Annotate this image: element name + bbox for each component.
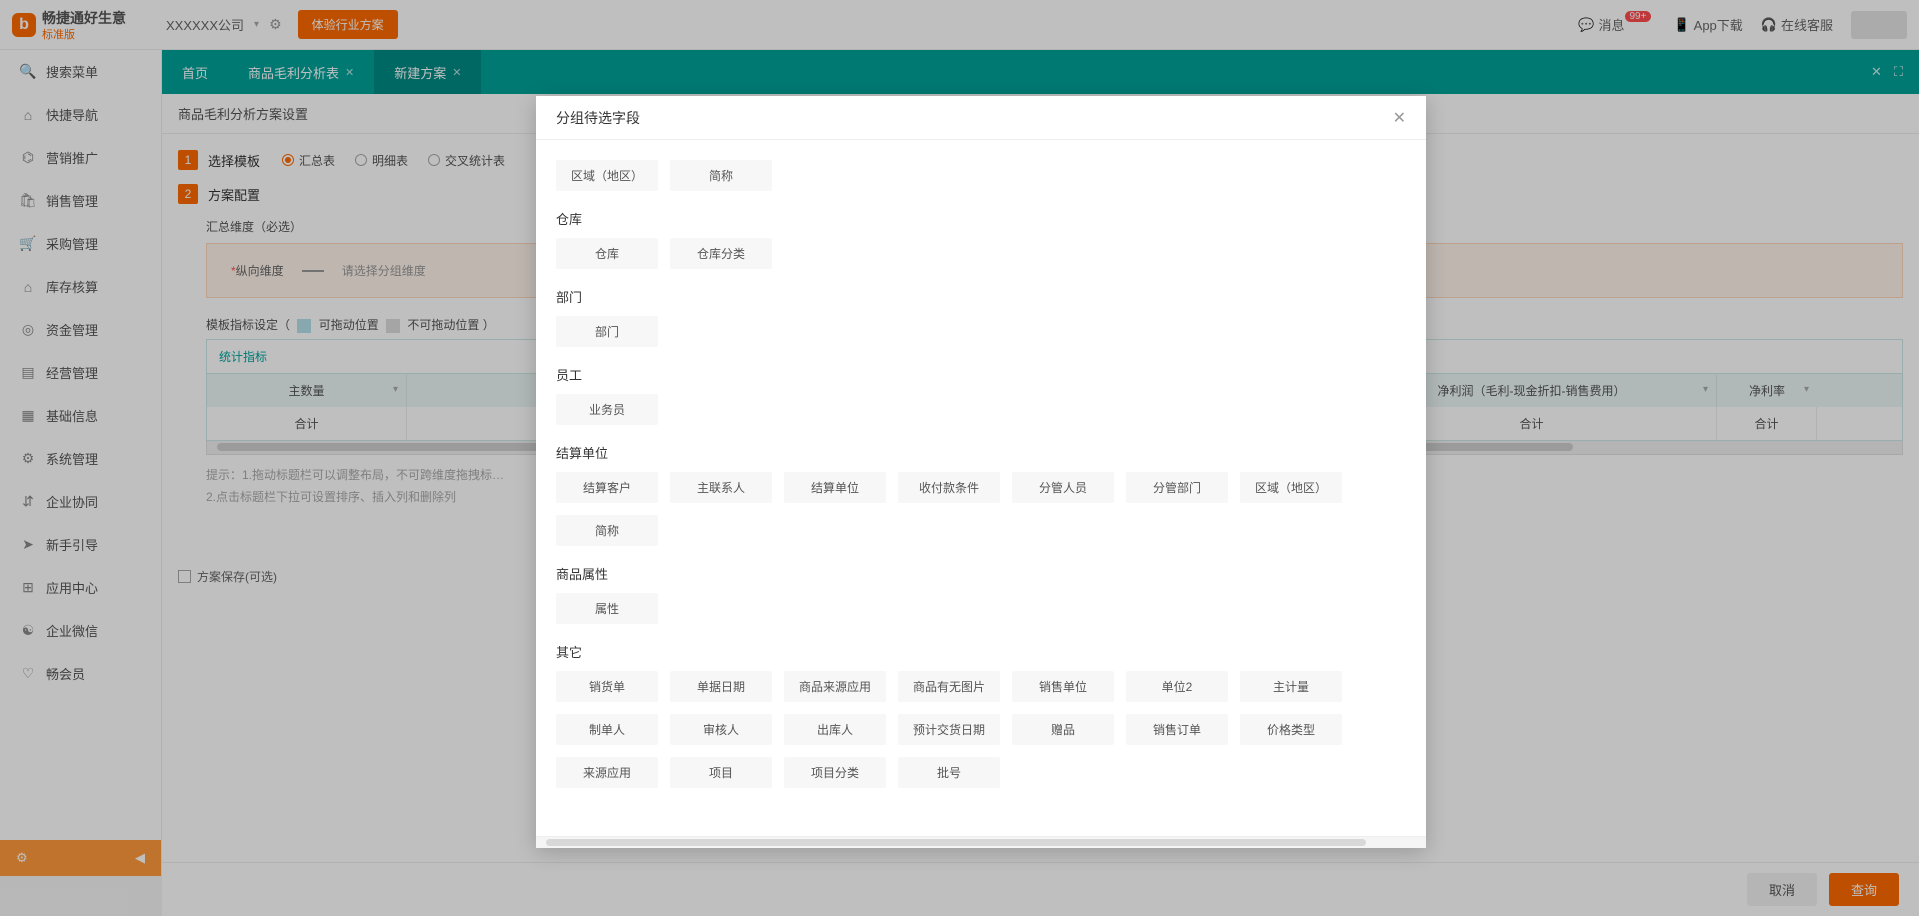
field-chip-5-9[interactable]: 出库人 — [784, 714, 886, 745]
field-chip-0-0[interactable]: 仓库 — [556, 238, 658, 269]
field-chip-3-3[interactable]: 收付款条件 — [898, 472, 1000, 503]
cutoff-row — [556, 140, 1406, 152]
field-group-row-0: 仓库仓库分类 — [556, 238, 1406, 269]
field-group-title-3: 结算单位 — [556, 443, 1406, 462]
field-chip-5-17[interactable]: 批号 — [898, 757, 1000, 788]
field-chip-1-0[interactable]: 部门 — [556, 316, 658, 347]
field-chip-3-2[interactable]: 结算单位 — [784, 472, 886, 503]
field-chip-3-1[interactable]: 主联系人 — [670, 472, 772, 503]
field-chip-5-6[interactable]: 主计量 — [1240, 671, 1342, 702]
field-chip-3-4[interactable]: 分管人员 — [1012, 472, 1114, 503]
field-chip-5-14[interactable]: 来源应用 — [556, 757, 658, 788]
modal-hscroll-thumb[interactable] — [546, 839, 1366, 846]
field-chip-5-3[interactable]: 商品有无图片 — [898, 671, 1000, 702]
field-chip-5-15[interactable]: 项目 — [670, 757, 772, 788]
field-chip-5-16[interactable]: 项目分类 — [784, 757, 886, 788]
field-chip-5-10[interactable]: 预计交货日期 — [898, 714, 1000, 745]
field-chip-3-7[interactable]: 简称 — [556, 515, 658, 546]
field-chip-3-5[interactable]: 分管部门 — [1126, 472, 1228, 503]
close-icon[interactable]: ✕ — [1393, 108, 1406, 128]
field-group-row-1: 部门 — [556, 316, 1406, 347]
modal-title: 分组待选字段 — [556, 108, 640, 128]
field-chip-3-0[interactable]: 结算客户 — [556, 472, 658, 503]
field-chip-5-8[interactable]: 审核人 — [670, 714, 772, 745]
field-chip-5-5[interactable]: 单位2 — [1126, 671, 1228, 702]
field-group-title-0: 仓库 — [556, 209, 1406, 228]
field-group-row-2: 业务员 — [556, 394, 1406, 425]
field-chip-partial-0[interactable]: 区域（地区） — [556, 160, 658, 191]
field-chip-0-1[interactable]: 仓库分类 — [670, 238, 772, 269]
field-chip-5-7[interactable]: 制单人 — [556, 714, 658, 745]
modal-hscroll[interactable] — [536, 836, 1426, 848]
field-chip-5-1[interactable]: 单据日期 — [670, 671, 772, 702]
field-select-modal: 分组待选字段 ✕ 区域（地区）简称仓库仓库仓库分类部门部门员工业务员结算单位结算… — [536, 96, 1426, 848]
field-chip-5-12[interactable]: 销售订单 — [1126, 714, 1228, 745]
field-chip-5-4[interactable]: 销售单位 — [1012, 671, 1114, 702]
field-chip-5-0[interactable]: 销货单 — [556, 671, 658, 702]
field-group-title-5: 其它 — [556, 642, 1406, 661]
field-chip-2-0[interactable]: 业务员 — [556, 394, 658, 425]
field-chip-5-13[interactable]: 价格类型 — [1240, 714, 1342, 745]
field-chip-5-2[interactable]: 商品来源应用 — [784, 671, 886, 702]
field-group-title-4: 商品属性 — [556, 564, 1406, 583]
field-group-row-5: 销货单单据日期商品来源应用商品有无图片销售单位单位2 主计量制单人审核人出库人预计… — [556, 671, 1406, 788]
field-group-row-3: 结算客户主联系人结算单位收付款条件分管人员分管部门区域（地区） 简称 — [556, 472, 1406, 546]
partial-row: 区域（地区） 简称 — [556, 160, 1406, 191]
field-chip-partial-1[interactable]: 简称 — [670, 160, 772, 191]
field-group-title-2: 员工 — [556, 365, 1406, 384]
modal-header: 分组待选字段 ✕ — [536, 96, 1426, 140]
field-chip-3-6[interactable]: 区域（地区） — [1240, 472, 1342, 503]
field-chip-5-11[interactable]: 赠品 — [1012, 714, 1114, 745]
field-chip-4-0[interactable]: 属性 — [556, 593, 658, 624]
field-group-title-1: 部门 — [556, 287, 1406, 306]
field-group-row-4: 属性 — [556, 593, 1406, 624]
modal-body: 区域（地区）简称仓库仓库仓库分类部门部门员工业务员结算单位结算客户主联系人结算单… — [536, 140, 1426, 836]
